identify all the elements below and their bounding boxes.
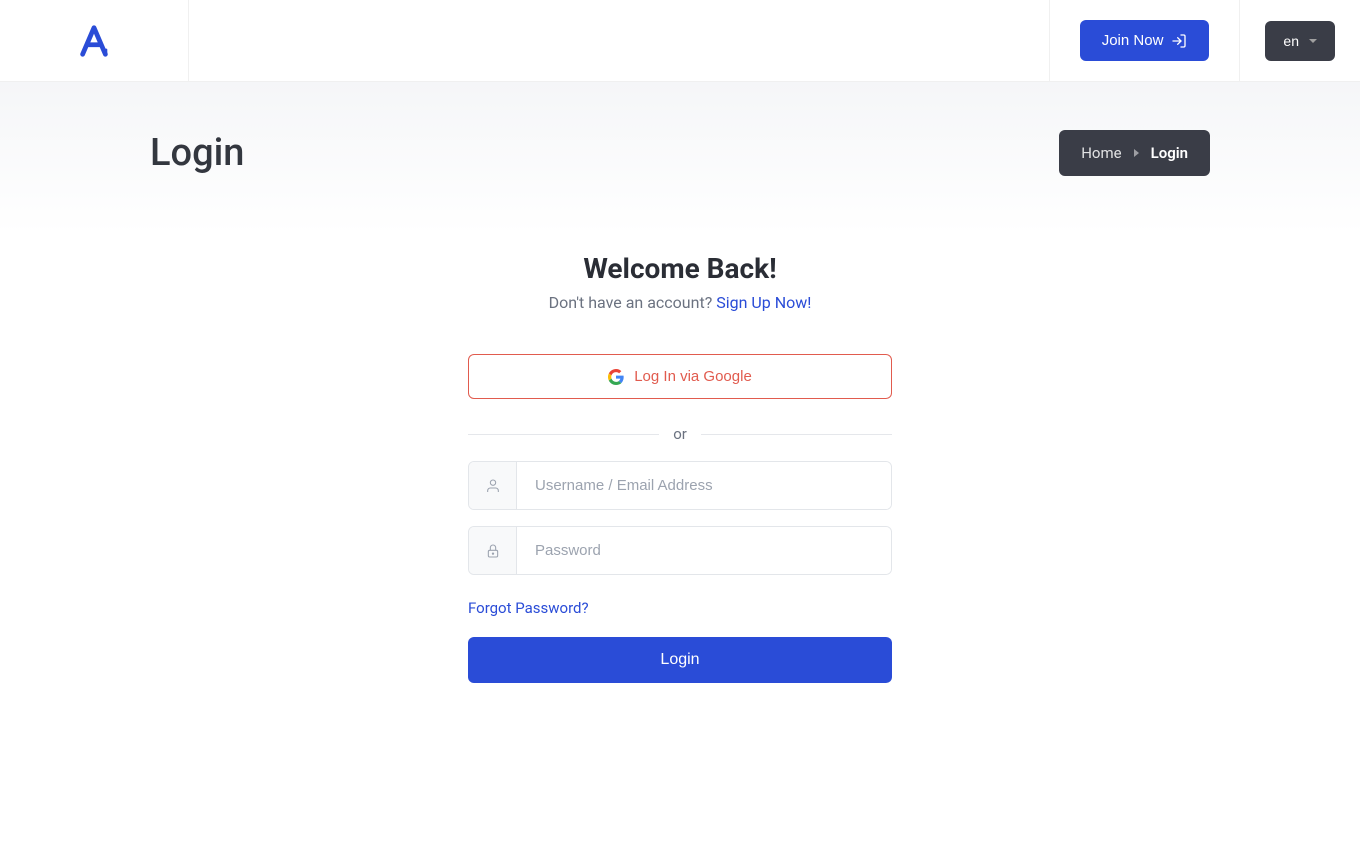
login-form-container: Welcome Back! Don't have an account? Sig… <box>468 252 892 683</box>
password-input-group <box>468 526 892 575</box>
login-icon <box>1171 33 1187 49</box>
logo-icon[interactable] <box>75 22 113 60</box>
language-section: en <box>1240 0 1360 81</box>
signup-prompt: Don't have an account? Sign Up Now! <box>549 293 812 312</box>
username-prefix <box>469 462 517 509</box>
breadcrumb-current: Login <box>1151 144 1188 162</box>
signup-link[interactable]: Sign Up Now! <box>716 293 811 312</box>
no-account-text: Don't have an account? <box>549 293 717 312</box>
google-icon <box>608 369 624 385</box>
page-title: Login <box>150 131 244 175</box>
main-content: Welcome Back! Don't have an account? Sig… <box>0 234 1360 683</box>
welcome-heading: Welcome Back! <box>583 252 776 285</box>
divider-line-left <box>468 434 659 435</box>
language-selector-button[interactable]: en <box>1265 21 1335 61</box>
page-banner: Login Home Login <box>0 82 1360 234</box>
language-label: en <box>1283 33 1299 49</box>
password-prefix <box>469 527 517 574</box>
breadcrumb-home-link[interactable]: Home <box>1081 144 1121 162</box>
divider-label: or <box>673 425 687 443</box>
header-right: Join Now en <box>1049 0 1360 81</box>
forgot-password-link[interactable]: Forgot Password? <box>468 599 589 617</box>
join-now-button[interactable]: Join Now <box>1080 20 1210 61</box>
password-input[interactable] <box>517 527 891 574</box>
login-submit-button[interactable]: Login <box>468 637 892 683</box>
breadcrumb-separator-icon <box>1134 149 1139 157</box>
join-section: Join Now <box>1049 0 1241 81</box>
divider-line-right <box>701 434 892 435</box>
google-login-button[interactable]: Log In via Google <box>468 354 892 399</box>
lock-icon <box>485 543 501 559</box>
google-login-label: Log In via Google <box>634 368 752 385</box>
breadcrumb: Home Login <box>1059 130 1210 176</box>
join-now-label: Join Now <box>1102 32 1164 49</box>
site-header: Join Now en <box>0 0 1360 82</box>
chevron-down-icon <box>1309 39 1317 43</box>
user-icon <box>485 478 501 494</box>
or-divider: or <box>468 425 892 443</box>
username-input-group <box>468 461 892 510</box>
username-input[interactable] <box>517 462 891 509</box>
logo-section <box>0 0 189 81</box>
